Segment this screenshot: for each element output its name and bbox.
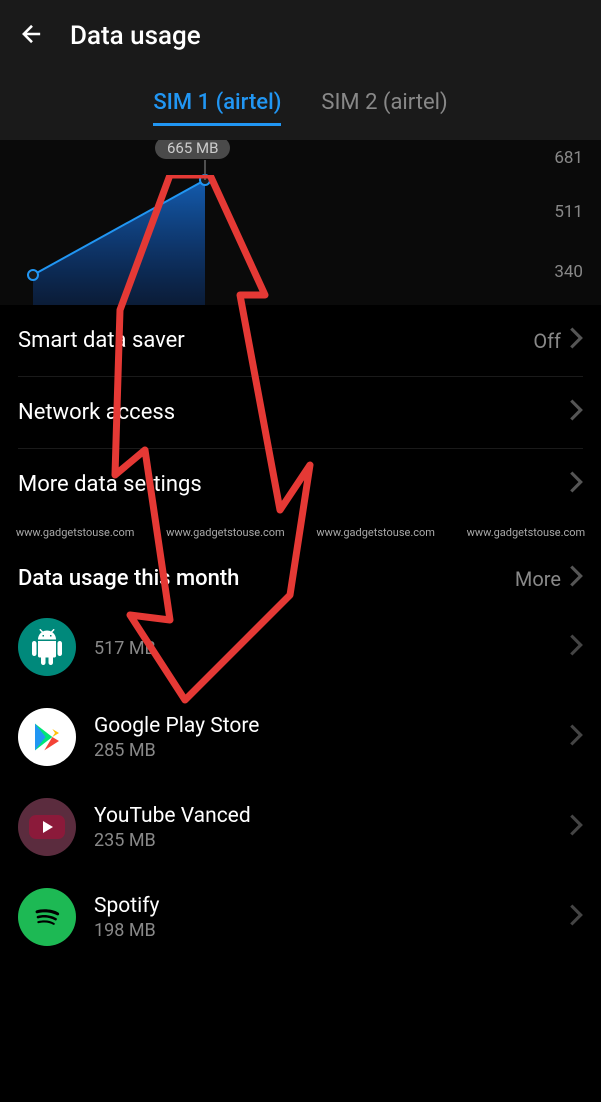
usage-chart: 665 MB 681 511 340 — [0, 140, 601, 305]
page-title: Data usage — [70, 21, 201, 51]
chevron-right-icon — [569, 471, 583, 498]
play-store-icon — [18, 708, 76, 766]
setting-label: More data settings — [18, 472, 202, 497]
network-access-row[interactable]: Network access — [18, 377, 583, 449]
more-link[interactable]: More — [515, 565, 583, 592]
setting-value-text: Off — [533, 329, 561, 353]
back-arrow-icon[interactable] — [18, 20, 46, 52]
setting-label: Smart data saver — [18, 328, 185, 353]
setting-label: Network access — [18, 400, 175, 425]
usage-section-header: Data usage this month More — [0, 545, 601, 602]
chevron-right-icon — [569, 399, 583, 426]
app-row-spotify[interactable]: Spotify 198 MB — [18, 872, 583, 962]
chevron-right-icon — [569, 565, 583, 592]
app-name: YouTube Vanced — [94, 804, 551, 828]
app-row-android[interactable]: 517 MB — [18, 602, 583, 692]
settings-list: Smart data saver Off Network access More… — [0, 305, 601, 520]
chart-tooltip: 665 MB — [155, 140, 230, 159]
chevron-right-icon — [569, 634, 583, 660]
app-row-vanced[interactable]: YouTube Vanced 235 MB — [18, 782, 583, 872]
chevron-right-icon — [569, 814, 583, 840]
android-icon — [18, 618, 76, 676]
sim-tabs: SIM 1 (airtel) SIM 2 (airtel) — [0, 72, 601, 140]
chevron-right-icon — [569, 724, 583, 750]
section-title: Data usage this month — [18, 566, 239, 591]
tab-sim1[interactable]: SIM 1 (airtel) — [153, 90, 281, 126]
tab-sim2[interactable]: SIM 2 (airtel) — [321, 90, 447, 126]
more-data-settings-row[interactable]: More data settings — [18, 449, 583, 520]
app-header: Data usage — [0, 0, 601, 72]
chevron-right-icon — [569, 904, 583, 930]
app-usage: 517 MB — [94, 638, 551, 659]
app-usage: 235 MB — [94, 830, 551, 851]
app-name: Google Play Store — [94, 714, 551, 738]
chevron-right-icon — [569, 327, 583, 354]
youtube-vanced-icon — [18, 798, 76, 856]
spotify-icon — [18, 888, 76, 946]
watermark: www.gadgetstouse.com www.gadgetstouse.co… — [0, 520, 601, 545]
app-usage: 285 MB — [94, 740, 551, 761]
app-name: Spotify — [94, 894, 551, 918]
app-row-play-store[interactable]: Google Play Store 285 MB — [18, 692, 583, 782]
smart-data-saver-row[interactable]: Smart data saver Off — [18, 305, 583, 377]
app-usage-list: 517 MB Google Play Store 285 MB YouTube … — [0, 602, 601, 962]
app-usage: 198 MB — [94, 920, 551, 941]
